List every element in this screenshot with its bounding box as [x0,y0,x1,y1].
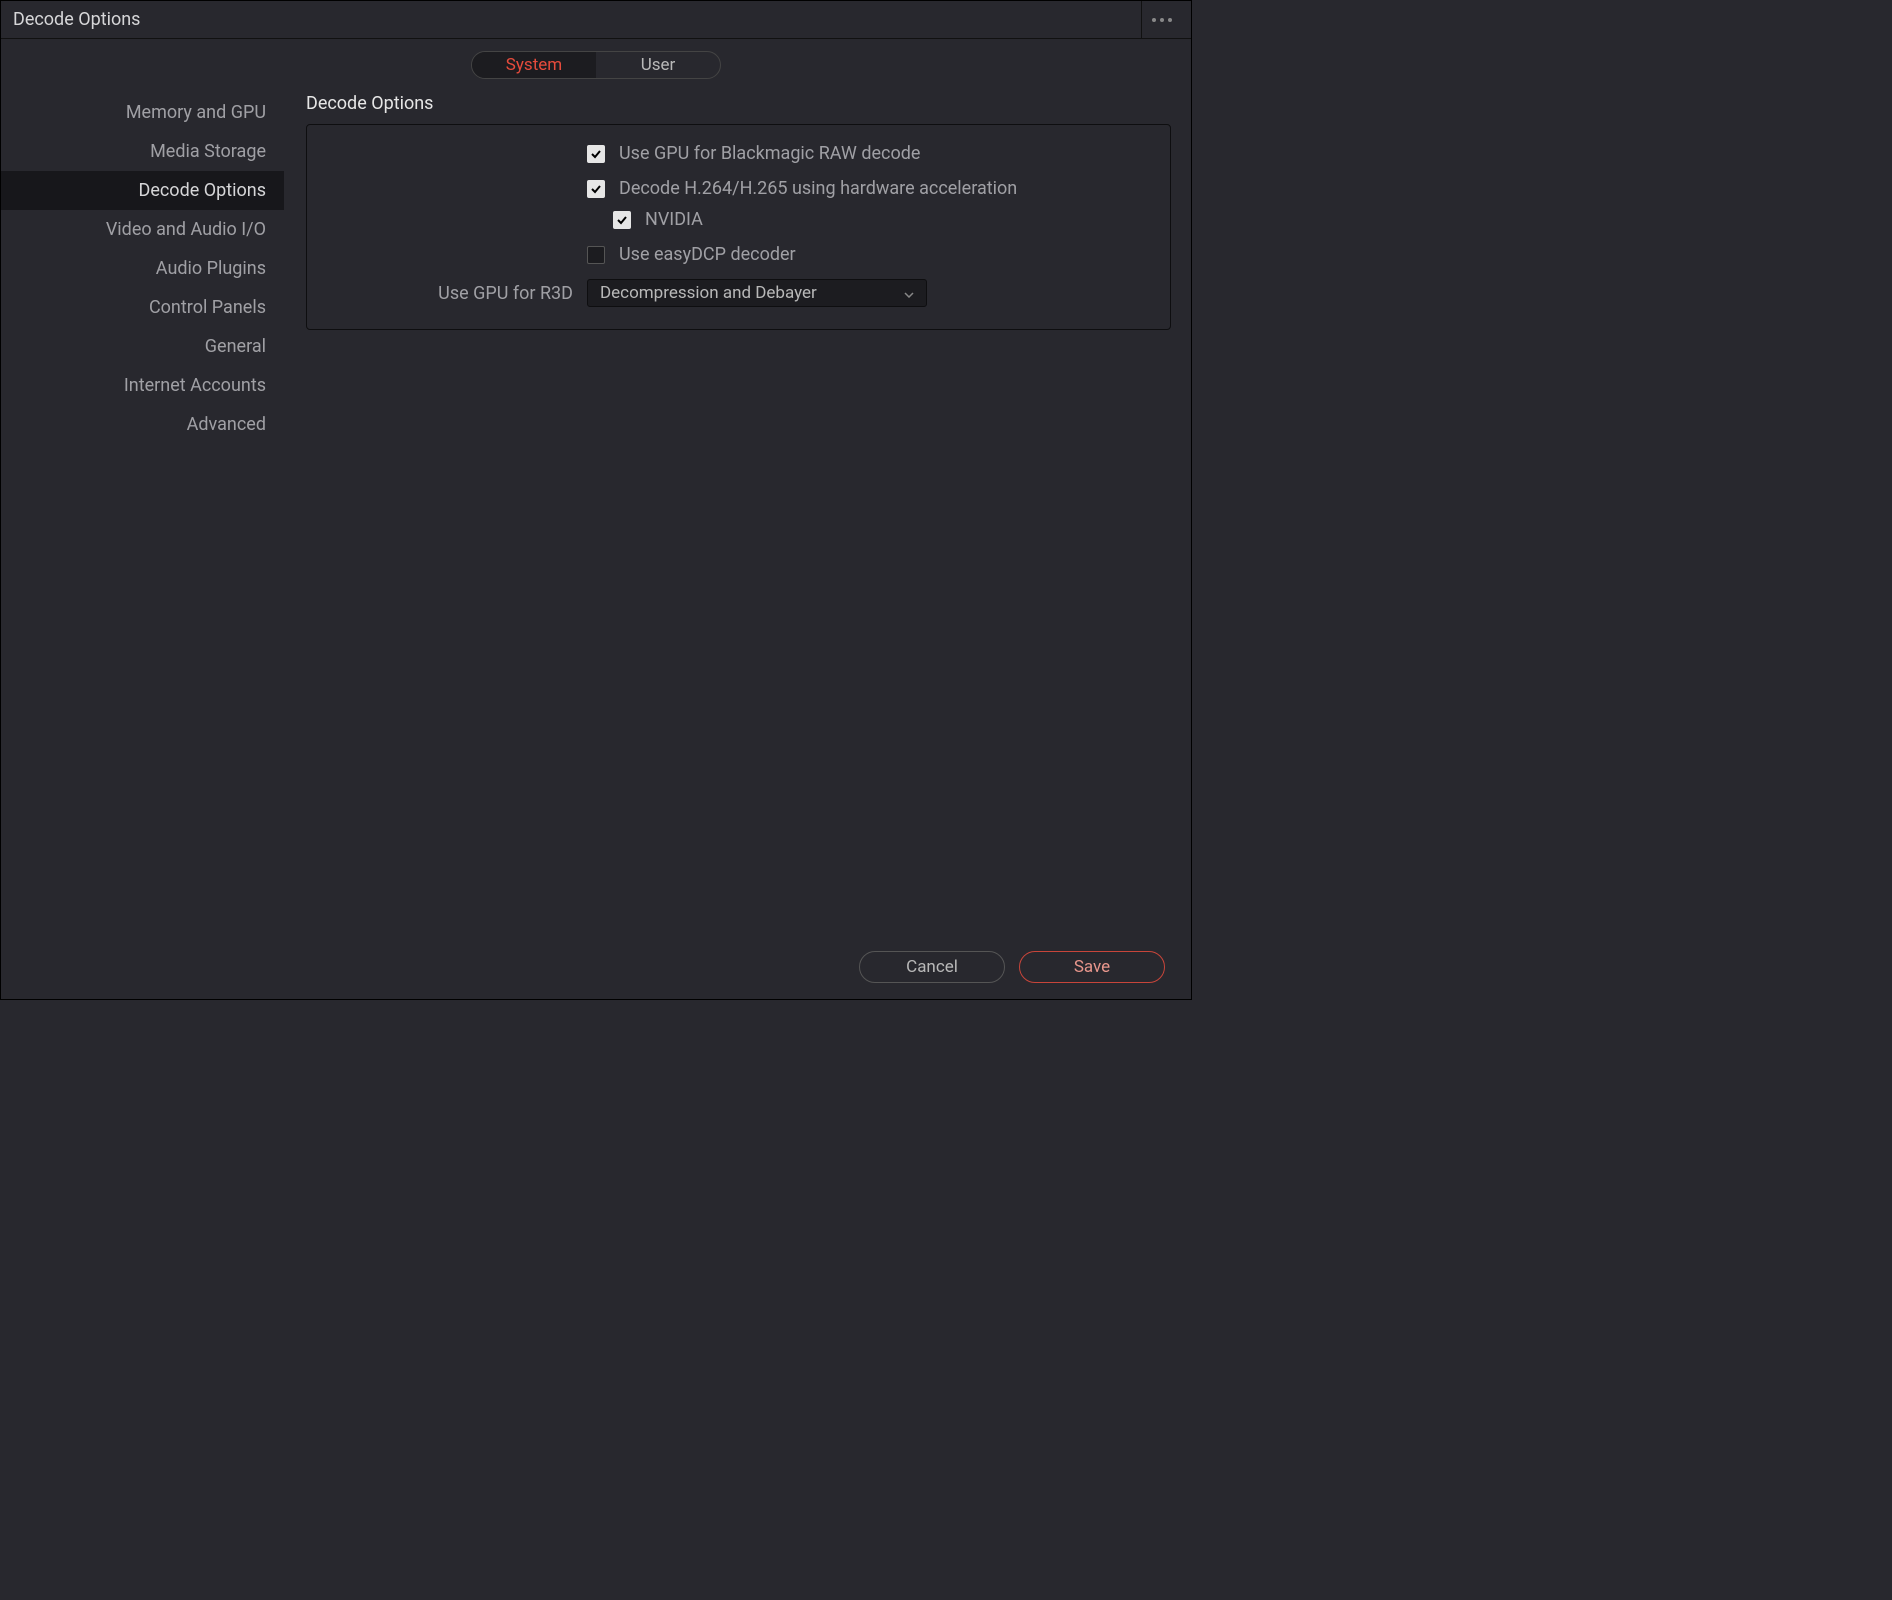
check-icon [590,183,602,195]
system-user-tabs: System User [471,51,721,79]
footer: Cancel Save [1,935,1191,999]
sidebar-item-audio-plugins[interactable]: Audio Plugins [1,249,284,288]
more-icon [1152,18,1172,22]
sidebar-item-advanced[interactable]: Advanced [1,405,284,444]
option-row-nvidia: NVIDIA [327,209,1150,230]
checkbox-h264[interactable] [587,180,605,198]
decode-options-panel: Use GPU for Blackmagic RAW decode Decode… [306,124,1171,330]
option-row-braw: Use GPU for Blackmagic RAW decode [327,143,1150,164]
r3d-select-value: Decompression and Debayer [600,283,817,303]
window-menu-button[interactable] [1141,1,1181,38]
sidebar-item-control-panels[interactable]: Control Panels [1,288,284,327]
tab-user[interactable]: User [596,52,720,78]
checkbox-nvidia[interactable] [613,211,631,229]
check-icon [616,214,628,226]
save-button[interactable]: Save [1019,951,1165,983]
sidebar-item-media-storage[interactable]: Media Storage [1,132,284,171]
sidebar-item-label: Memory and GPU [126,102,266,123]
cancel-button[interactable]: Cancel [859,951,1005,983]
checkbox-braw[interactable] [587,145,605,163]
sidebar-item-label: Decode Options [139,180,266,201]
r3d-select[interactable]: Decompression and Debayer [587,279,927,307]
checkbox-easydcp[interactable] [587,246,605,264]
checkbox-h264-label[interactable]: Decode H.264/H.265 using hardware accele… [619,178,1017,199]
sidebar-item-label: General [205,336,266,357]
tab-system[interactable]: System [472,52,596,78]
sidebar: Memory and GPU Media Storage Decode Opti… [1,87,284,935]
sidebar-item-memory-gpu[interactable]: Memory and GPU [1,93,284,132]
sidebar-item-video-audio-io[interactable]: Video and Audio I/O [1,210,284,249]
section-title: Decode Options [306,93,1171,114]
body: Memory and GPU Media Storage Decode Opti… [1,87,1191,935]
checkbox-braw-label[interactable]: Use GPU for Blackmagic RAW decode [619,143,920,164]
check-icon [590,148,602,160]
sidebar-item-label: Control Panels [149,297,266,318]
checkbox-easydcp-label[interactable]: Use easyDCP decoder [619,244,796,265]
sidebar-item-label: Video and Audio I/O [106,219,266,240]
sidebar-item-internet-accounts[interactable]: Internet Accounts [1,366,284,405]
sidebar-item-label: Media Storage [150,141,266,162]
sidebar-item-decode-options[interactable]: Decode Options [1,171,284,210]
option-row-r3d: Use GPU for R3D Decompression and Debaye… [327,279,1150,307]
window-title: Decode Options [13,9,140,30]
option-row-h264: Decode H.264/H.265 using hardware accele… [327,178,1150,199]
tabs-row: System User [1,39,1191,87]
sidebar-item-general[interactable]: General [1,327,284,366]
preferences-window: Decode Options System User Memory and GP… [0,0,1192,1000]
checkbox-nvidia-label[interactable]: NVIDIA [645,209,703,230]
sidebar-item-label: Advanced [187,414,266,435]
sidebar-item-label: Internet Accounts [124,375,266,396]
titlebar: Decode Options [1,1,1191,39]
main-content: Decode Options Use GPU for Blackmagic RA… [284,87,1191,935]
option-row-easydcp: Use easyDCP decoder [327,244,1150,265]
chevron-down-icon [904,283,914,303]
sidebar-item-label: Audio Plugins [156,258,266,279]
r3d-label: Use GPU for R3D [327,283,587,304]
